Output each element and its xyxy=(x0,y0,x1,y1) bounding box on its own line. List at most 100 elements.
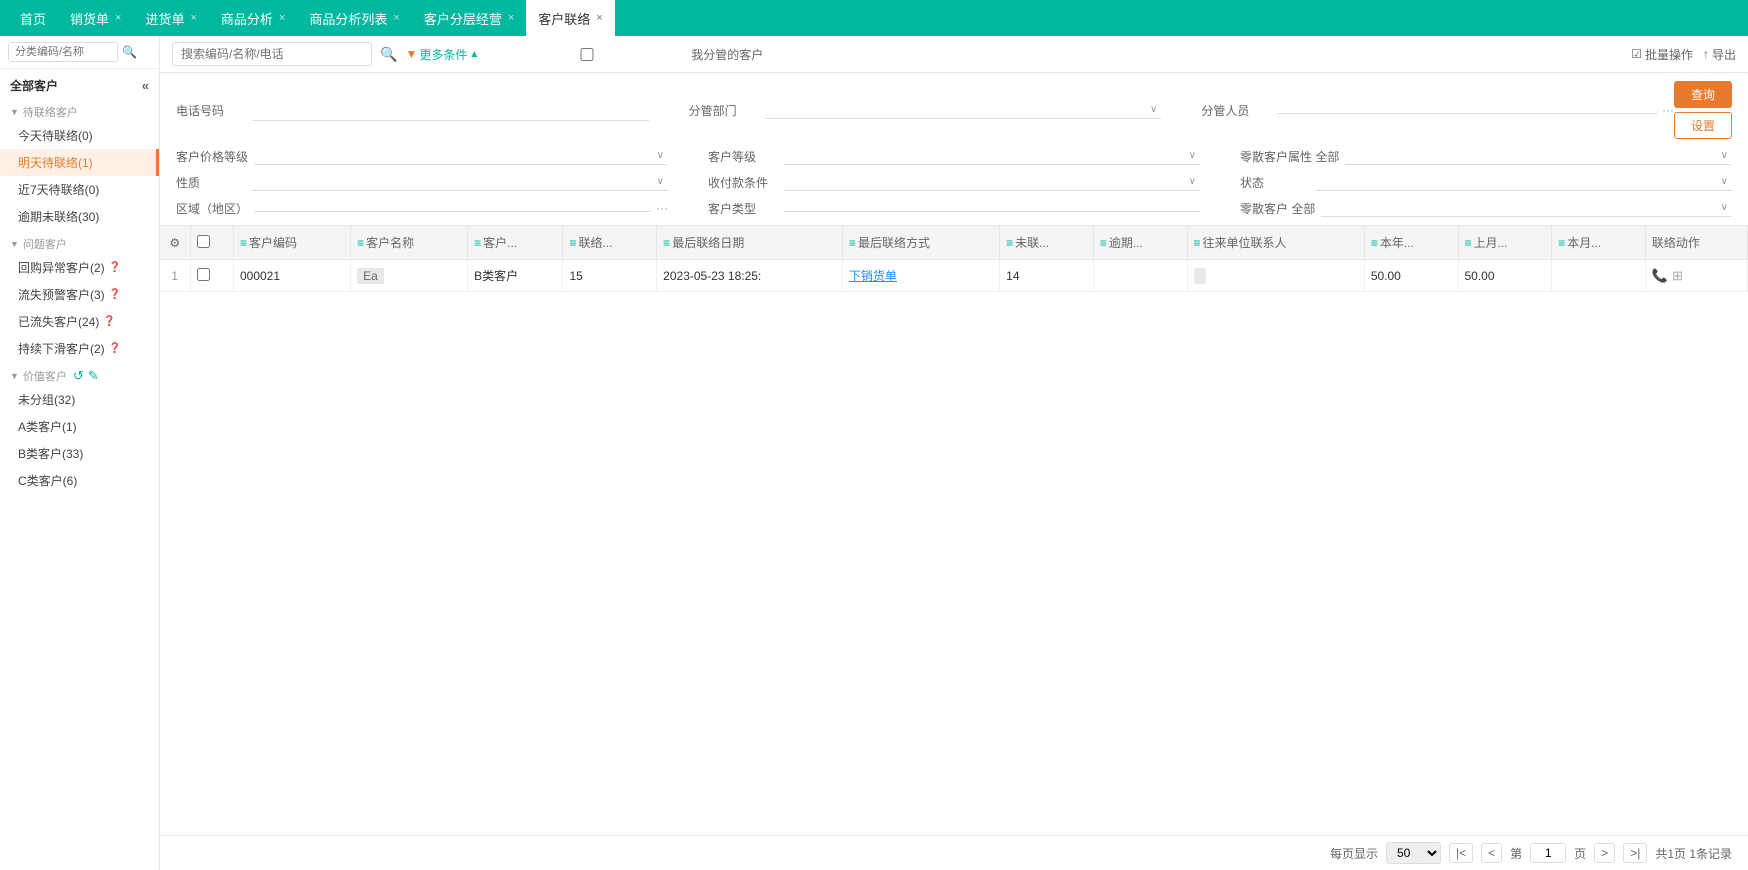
page-suffix: 页 xyxy=(1574,845,1586,862)
close-purchase-icon[interactable]: × xyxy=(190,12,196,24)
sparse-attr-caret-icon: ∨ xyxy=(1721,150,1728,161)
first-page-button[interactable]: |< xyxy=(1449,843,1473,863)
sidebar-item-ungrouped[interactable]: 未分组(32) xyxy=(0,386,159,413)
edit-icon[interactable]: ✎ xyxy=(88,368,99,384)
group-problem-customers[interactable]: 问题客户 xyxy=(0,230,159,254)
cell-this-month xyxy=(1552,260,1646,292)
select-all-checkbox[interactable] xyxy=(197,235,210,248)
status-select[interactable]: ∨ xyxy=(1316,173,1732,191)
page-input[interactable] xyxy=(1530,843,1566,863)
top-nav: 首页 销货单 × 进货单 × 商品分析 × 商品分析列表 × 客户分层经营 × … xyxy=(0,0,1748,36)
prev-page-button[interactable]: < xyxy=(1481,843,1502,863)
last-page-button[interactable]: >| xyxy=(1623,843,1647,863)
query-button[interactable]: 查询 xyxy=(1674,81,1732,108)
close-sales-icon[interactable]: × xyxy=(115,12,121,24)
next-page-button[interactable]: > xyxy=(1594,843,1615,863)
my-customers-checkbox[interactable] xyxy=(487,48,687,61)
sidebar-item-repurchase-abnormal[interactable]: 回购异常客户(2) ❓ xyxy=(0,254,159,281)
per-page-select[interactable]: 50 10 20 100 xyxy=(1386,842,1441,864)
person-dots-icon[interactable]: ··· xyxy=(1662,103,1674,117)
col-last-contact-date[interactable]: ≡最后联络日期 xyxy=(657,226,843,260)
sparse-select[interactable]: ∨ xyxy=(1321,199,1732,217)
status-label: 状态 xyxy=(1240,174,1310,191)
col-contacts[interactable]: ≡往来单位联系人 xyxy=(1187,226,1364,260)
nav-tab-goods-analysis-list[interactable]: 商品分析列表 × xyxy=(297,0,411,36)
chevron-up-icon: ▲ xyxy=(469,49,479,60)
customer-level-select[interactable]: ∨ xyxy=(784,147,1200,165)
nav-tab-sales[interactable]: 销货单 × xyxy=(58,0,133,36)
grid-action-icon[interactable]: ⊞ xyxy=(1672,268,1683,284)
group-pending-contact[interactable]: 待联络客户 xyxy=(0,98,159,122)
close-goods-icon[interactable]: × xyxy=(279,12,285,24)
sparse-caret-icon: ∨ xyxy=(1721,202,1728,213)
settings-button[interactable]: 设置 xyxy=(1674,112,1732,139)
table-row: 1 000021 Ea B类客户 15 2023-05-23 18:25: 下销… xyxy=(160,260,1748,292)
col-name[interactable]: ≡客户名称 xyxy=(351,226,468,260)
sidebar-search-icon[interactable]: 🔍 xyxy=(122,45,137,59)
phone-label: 电话号码 xyxy=(176,102,246,119)
phone-input[interactable] xyxy=(252,100,649,121)
col-this-year[interactable]: ≡本年... xyxy=(1364,226,1458,260)
region-dots-icon[interactable]: ··· xyxy=(656,201,668,215)
col-overdue[interactable]: ≡逾期... xyxy=(1093,226,1187,260)
sidebar-item-tomorrow[interactable]: 明天待联络(1) xyxy=(0,149,159,176)
table-body: 1 000021 Ea B类客户 15 2023-05-23 18:25: 下销… xyxy=(160,260,1748,292)
refresh-icon[interactable]: ↺ xyxy=(73,368,84,384)
nav-tab-customer-contact[interactable]: 客户联络 × xyxy=(526,0,614,36)
region-select[interactable] xyxy=(254,205,652,212)
phone-action-icon[interactable]: 📞 xyxy=(1652,268,1668,284)
sidebar-item-class-a[interactable]: A类客户(1) xyxy=(0,413,159,440)
cell-name: Ea xyxy=(351,260,468,292)
sidebar-item-class-c[interactable]: C类客户(6) xyxy=(0,467,159,494)
dept-select[interactable]: ∨ xyxy=(765,101,1162,119)
customer-type-label: 客户类型 xyxy=(708,200,778,217)
close-goods-list-icon[interactable]: × xyxy=(393,12,399,24)
nav-tab-customer-segment[interactable]: 客户分层经营 × xyxy=(412,0,526,36)
collapse-icon[interactable]: « xyxy=(142,78,149,93)
col-last-month[interactable]: ≡上月... xyxy=(1458,226,1552,260)
cell-last-contact-method[interactable]: 下销货单 xyxy=(842,260,999,292)
export-button[interactable]: ↑ 导出 xyxy=(1703,46,1736,63)
col-no-contact[interactable]: ≡未联... xyxy=(1000,226,1094,260)
search-input[interactable] xyxy=(172,42,372,66)
sidebar-item-class-b[interactable]: B类客户(33) xyxy=(0,440,159,467)
search-button[interactable]: 🔍 xyxy=(380,46,397,63)
price-level-select[interactable]: ∨ xyxy=(254,147,668,165)
sidebar-item-week[interactable]: 近7天待联络(0) xyxy=(0,176,159,203)
method-link[interactable]: 下销货单 xyxy=(849,269,897,283)
all-customers-header: 全部客户 « xyxy=(0,69,159,98)
nature-select[interactable]: ∨ xyxy=(252,173,668,191)
nav-tab-goods-analysis[interactable]: 商品分析 × xyxy=(209,0,297,36)
row-checkbox[interactable] xyxy=(197,268,210,281)
close-contact-icon[interactable]: × xyxy=(596,12,602,24)
col-code[interactable]: ≡客户编码 xyxy=(233,226,350,260)
sidebar-search-input[interactable] xyxy=(8,42,118,62)
sparse-attr-select[interactable]: ∨ xyxy=(1345,147,1732,165)
nav-home[interactable]: 首页 xyxy=(8,0,58,36)
cell-checkbox[interactable] xyxy=(190,260,233,292)
nav-tab-purchase[interactable]: 进货单 × xyxy=(133,0,208,36)
cell-no-contact: 14 xyxy=(1000,260,1094,292)
sidebar-item-lost[interactable]: 已流失客户(24) ❓ xyxy=(0,308,159,335)
payment-select[interactable]: ∨ xyxy=(784,173,1200,191)
status-caret-icon: ∨ xyxy=(1721,176,1728,187)
col-this-month[interactable]: ≡本月... xyxy=(1552,226,1646,260)
payment-caret-icon: ∨ xyxy=(1189,176,1196,187)
col-last-contact-method[interactable]: ≡最后联络方式 xyxy=(842,226,999,260)
col-gear[interactable]: ⚙ xyxy=(160,226,190,260)
person-select[interactable] xyxy=(1277,107,1658,114)
filter-bar: 🔍 ▼ 更多条件 ▲ 我分管的客户 ☑ 批量操作 ↑ 导出 xyxy=(160,36,1748,73)
sidebar-item-today[interactable]: 今天待联络(0) xyxy=(0,122,159,149)
col-type[interactable]: ≡客户... xyxy=(468,226,563,260)
close-segment-icon[interactable]: × xyxy=(508,12,514,24)
batch-op-button[interactable]: ☑ 批量操作 xyxy=(1631,46,1693,63)
filter-cell-customer-level: 客户等级 ∨ xyxy=(708,147,1200,165)
sidebar-item-overdue[interactable]: 逾期未联络(30) xyxy=(0,203,159,230)
more-conditions-button[interactable]: ▼ 更多条件 ▲ xyxy=(405,46,479,63)
my-customers-checkbox-area[interactable]: 我分管的客户 xyxy=(487,46,763,63)
sidebar-item-lost-risk[interactable]: 流失预警客户(3) ❓ xyxy=(0,281,159,308)
nature-label: 性质 xyxy=(176,174,246,191)
sidebar-item-declining[interactable]: 持续下滑客户(2) ❓ xyxy=(0,335,159,362)
customer-type-select[interactable] xyxy=(784,205,1200,212)
col-contact[interactable]: ≡联络... xyxy=(563,226,657,260)
